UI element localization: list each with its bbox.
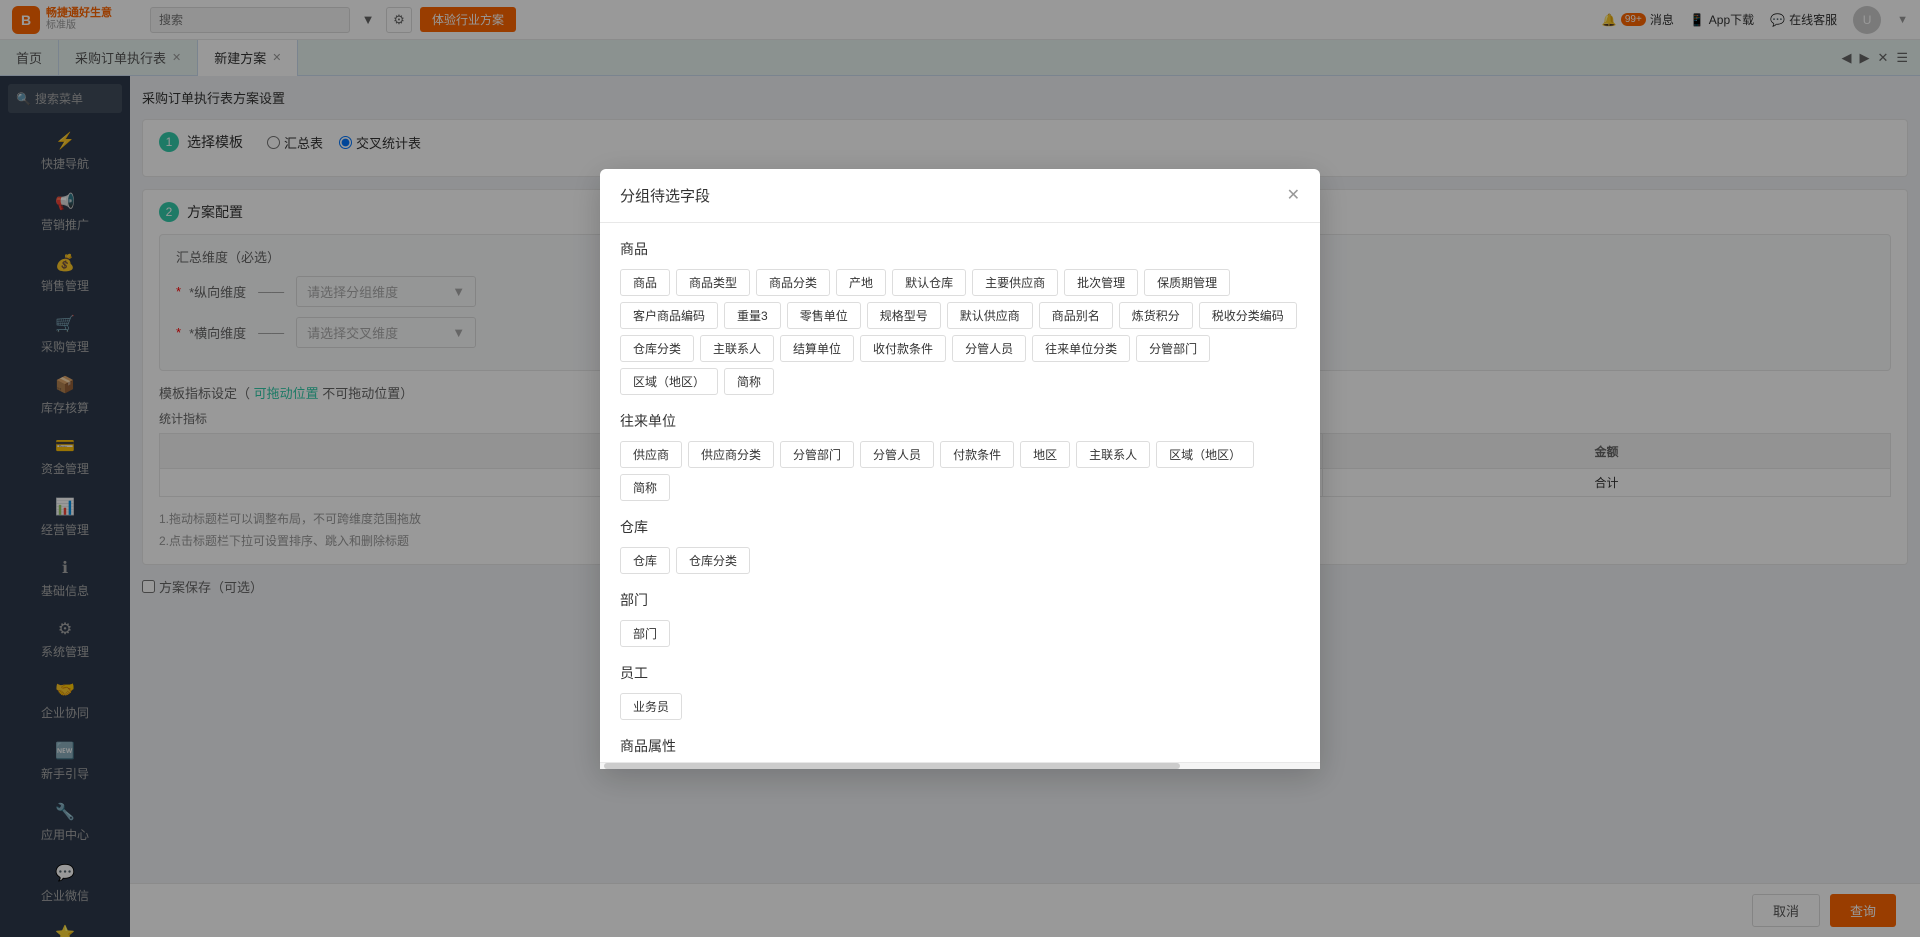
- field-chip-0-0[interactable]: 商品: [620, 269, 670, 296]
- modal-group-title-0: 商品: [620, 239, 1300, 259]
- field-chip-0-15[interactable]: 税收分类编码: [1199, 302, 1297, 329]
- modal-title: 分组待选字段: [620, 185, 710, 206]
- modal-group-title-5: 商品属性: [620, 736, 1300, 756]
- field-chip-0-11[interactable]: 规格型号: [867, 302, 941, 329]
- field-chip-0-10[interactable]: 零售单位: [787, 302, 861, 329]
- field-chip-0-6[interactable]: 批次管理: [1064, 269, 1138, 296]
- field-chip-0-12[interactable]: 默认供应商: [947, 302, 1033, 329]
- field-chip-0-16[interactable]: 仓库分类: [620, 335, 694, 362]
- modal-group-chips-1: 供应商供应商分类分管部门分管人员付款条件地区主联系人区域（地区） 简称: [620, 441, 1300, 501]
- field-chip-0-1[interactable]: 商品类型: [676, 269, 750, 296]
- field-chip-0-5[interactable]: 主要供应商: [972, 269, 1058, 296]
- field-chip-0-19[interactable]: 收付款条件: [860, 335, 946, 362]
- modal-group-title-4: 员工: [620, 663, 1300, 683]
- field-chip-1-2[interactable]: 分管部门: [780, 441, 854, 468]
- field-chip-0-2[interactable]: 商品分类: [756, 269, 830, 296]
- field-chip-0-13[interactable]: 商品别名: [1039, 302, 1113, 329]
- field-chip-0-9[interactable]: 重量3: [724, 302, 781, 329]
- field-chip-0-22[interactable]: 分管部门: [1136, 335, 1210, 362]
- field-chip-1-5[interactable]: 地区: [1020, 441, 1070, 468]
- field-chip-1-4[interactable]: 付款条件: [940, 441, 1014, 468]
- modal-group-title-2: 仓库: [620, 517, 1300, 537]
- modal-group-chips-0: 商品商品类型商品分类产地默认仓库主要供应商批次管理保质期管理客户商品编码重量3零…: [620, 269, 1300, 395]
- modal-group-chips-2: 仓库仓库分类: [620, 547, 1300, 574]
- field-chip-4-0[interactable]: 业务员: [620, 693, 682, 720]
- field-chip-0-20[interactable]: 分管人员: [952, 335, 1026, 362]
- field-chip-1-8[interactable]: 简称: [620, 474, 670, 501]
- field-chip-3-0[interactable]: 部门: [620, 620, 670, 647]
- field-chip-0-4[interactable]: 默认仓库: [892, 269, 966, 296]
- modal-header: 分组待选字段 ✕: [600, 169, 1320, 223]
- field-chip-0-18[interactable]: 结算单位: [780, 335, 854, 362]
- field-chip-0-21[interactable]: 往来单位分类: [1032, 335, 1130, 362]
- field-chip-0-7[interactable]: 保质期管理: [1144, 269, 1230, 296]
- field-chip-1-1[interactable]: 供应商分类: [688, 441, 774, 468]
- field-chip-0-24[interactable]: 简称: [724, 368, 774, 395]
- modal-group-title-1: 往来单位: [620, 411, 1300, 431]
- field-chip-1-0[interactable]: 供应商: [620, 441, 682, 468]
- modal: 分组待选字段 ✕ 商品商品商品类型商品分类产地默认仓库主要供应商批次管理保质期管…: [600, 169, 1320, 769]
- field-chip-2-0[interactable]: 仓库: [620, 547, 670, 574]
- modal-hscroll-thumb: [604, 763, 1180, 769]
- modal-group-title-3: 部门: [620, 590, 1300, 610]
- field-chip-0-3[interactable]: 产地: [836, 269, 886, 296]
- field-chip-2-1[interactable]: 仓库分类: [676, 547, 750, 574]
- field-chip-0-17[interactable]: 主联系人: [700, 335, 774, 362]
- modal-body: 商品商品商品类型商品分类产地默认仓库主要供应商批次管理保质期管理客户商品编码重量…: [600, 223, 1320, 762]
- field-chip-1-6[interactable]: 主联系人: [1076, 441, 1150, 468]
- field-chip-0-23[interactable]: 区域（地区）: [620, 368, 718, 395]
- modal-overlay: 分组待选字段 ✕ 商品商品商品类型商品分类产地默认仓库主要供应商批次管理保质期管…: [0, 0, 1920, 937]
- modal-group-chips-3: 部门: [620, 620, 1300, 647]
- modal-close-button[interactable]: ✕: [1287, 185, 1300, 205]
- field-chip-1-3[interactable]: 分管人员: [860, 441, 934, 468]
- field-chip-0-8[interactable]: 客户商品编码: [620, 302, 718, 329]
- modal-group-chips-4: 业务员: [620, 693, 1300, 720]
- field-chip-0-14[interactable]: 炼货积分: [1119, 302, 1193, 329]
- modal-horizontal-scrollbar[interactable]: [600, 762, 1320, 769]
- field-chip-1-7[interactable]: 区域（地区）: [1156, 441, 1254, 468]
